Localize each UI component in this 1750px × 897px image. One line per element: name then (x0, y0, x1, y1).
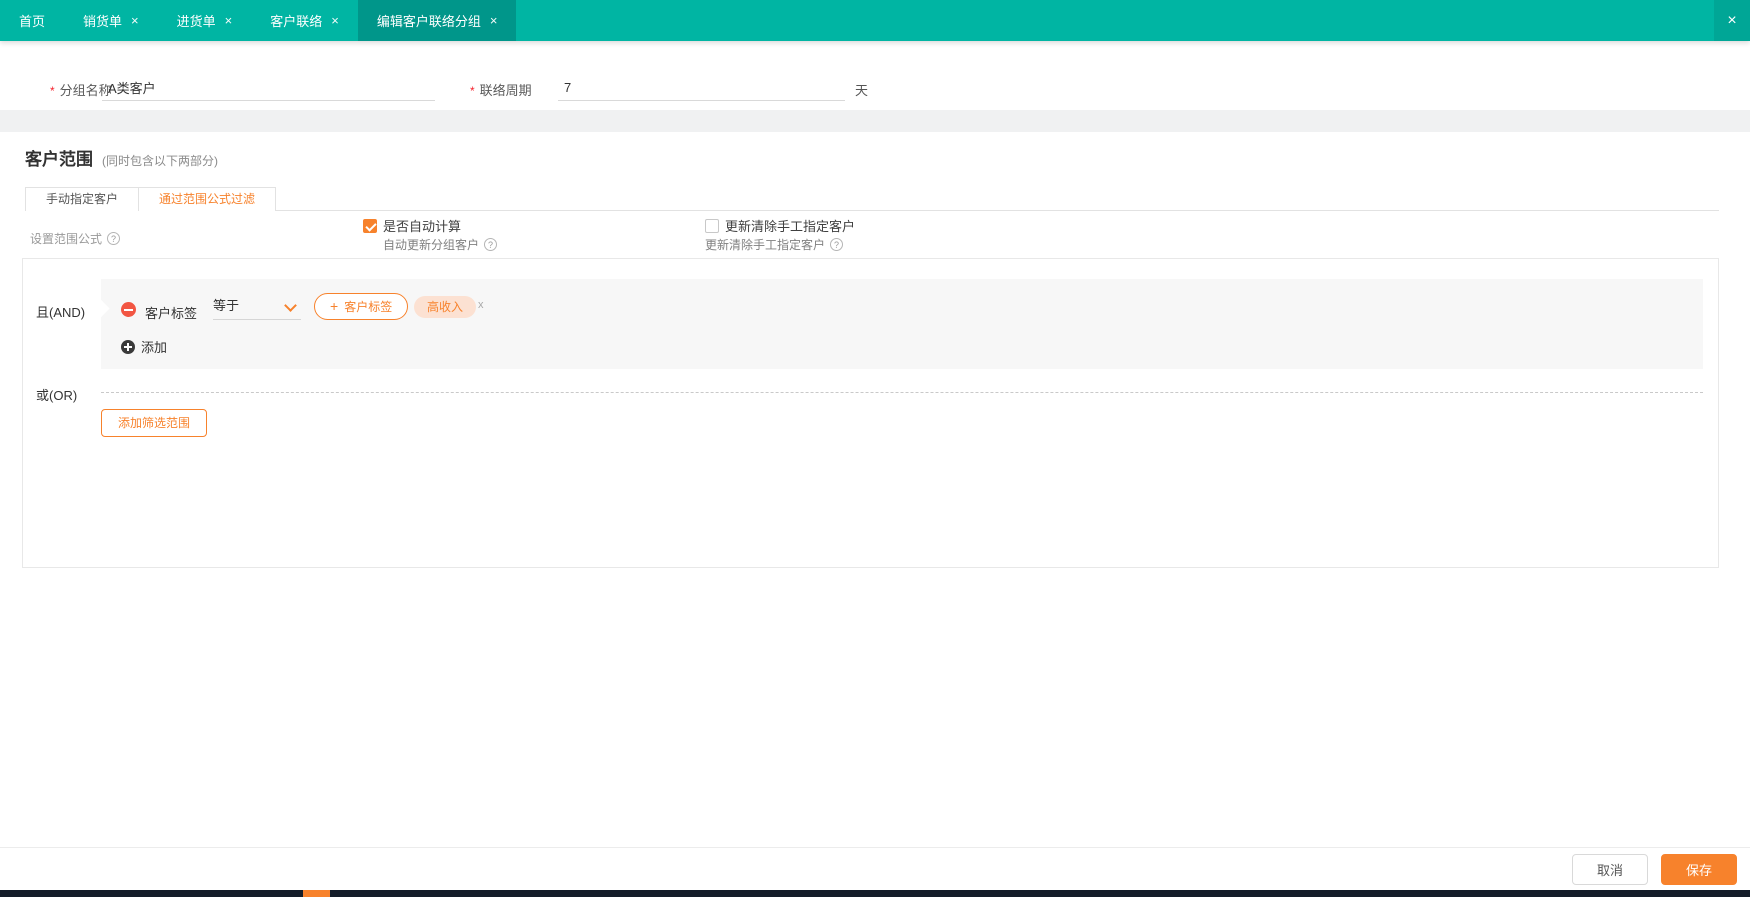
cancel-button[interactable]: 取消 (1571, 853, 1648, 885)
condition-field-label: 客户标签 (145, 306, 198, 321)
footer-action-bar: 取消 保存 (0, 847, 1750, 890)
close-tab-icon[interactable]: × (225, 14, 233, 27)
required-asterisk: * (470, 84, 475, 98)
group-name-input[interactable] (102, 74, 435, 101)
tab-label: 销货单 (83, 14, 123, 29)
browser-tab-bar: 首页 销货单 × 进货单 × 客户联络 × 编辑客户联络分组 × × (0, 0, 1750, 41)
tag-close-icon[interactable]: x (478, 300, 484, 311)
clear-manual-checkbox[interactable] (705, 219, 719, 233)
and-label: 且(AND) (36, 305, 86, 320)
tab-filter-by-formula[interactable]: 通过范围公式过滤 (138, 187, 277, 212)
close-icon: × (1727, 11, 1737, 29)
close-tab-icon[interactable]: × (490, 14, 498, 27)
auto-calc-helper: 自动更新分组客户 ? (383, 236, 498, 253)
operator-select[interactable]: 等于 (213, 292, 301, 320)
plus-circle-icon (121, 339, 135, 354)
remove-condition-icon[interactable] (121, 302, 136, 317)
chevron-down-icon (284, 299, 297, 312)
required-asterisk: * (50, 84, 55, 98)
selected-tag-chip: 高收入 (414, 296, 477, 318)
clear-manual-label: 更新清除手工指定客户 (725, 219, 856, 234)
or-dashed-divider (101, 392, 1703, 393)
tab-label: 客户联络 (270, 14, 323, 29)
save-button[interactable]: 保存 (1660, 853, 1737, 885)
help-icon[interactable]: ? (107, 232, 121, 245)
close-tab-icon[interactable]: × (331, 14, 339, 27)
auto-calc-checkbox[interactable] (363, 219, 377, 233)
nav-tab-edit-contact-group[interactable]: 编辑客户联络分组 × (357, 0, 517, 41)
taskbar-accent (303, 890, 330, 897)
add-condition-link[interactable]: 添加 (121, 337, 167, 356)
close-tab-icon[interactable]: × (131, 14, 139, 27)
nav-tab-purchase-order[interactable]: 进货单 × (158, 0, 252, 41)
nav-tab-customer-contact[interactable]: 客户联络 × (251, 0, 358, 41)
clear-manual-helper: 更新清除手工指定客户 ? (705, 236, 844, 253)
or-label: 或(OR) (36, 388, 78, 403)
contact-cycle-input[interactable] (558, 74, 845, 101)
nav-tab-sales-order[interactable]: 销货单 × (64, 0, 158, 41)
cycle-unit-label: 天 (855, 83, 869, 98)
tab-label: 首页 (19, 14, 46, 29)
tab-label: 编辑客户联络分组 (376, 14, 481, 29)
tab-label: 进货单 (176, 14, 216, 29)
add-customer-tag-button[interactable]: + 客户标签 (314, 293, 409, 320)
auto-calc-label: 是否自动计算 (383, 219, 462, 234)
close-page-button[interactable]: × (1714, 0, 1750, 41)
contact-cycle-label: * 联络周期 (470, 83, 532, 98)
help-icon[interactable]: ? (484, 238, 498, 251)
section-divider (0, 110, 1750, 132)
customer-scope-heading: 客户范围 (同时包含以下两部分) (25, 145, 218, 170)
tab-manual-assign-customers[interactable]: 手动指定客户 (25, 187, 140, 211)
edit-customer-contact-group-page: 首页 销货单 × 进货单 × 客户联络 × 编辑客户联络分组 × × * 分组名称… (0, 0, 1750, 897)
plus-icon: + (330, 298, 339, 314)
nav-tab-home[interactable]: 首页 (0, 0, 64, 41)
taskbar-strip (0, 890, 1750, 897)
section-subtitle: (同时包含以下两部分) (102, 154, 218, 168)
scope-formula-panel: 且(AND) 客户标签 等于 + 客户标签 高收入 x 添加 或(OR) 添加筛选… (22, 258, 1719, 568)
section-title: 客户范围 (25, 150, 93, 169)
scope-tab-bar: 手动指定客户 通过范围公式过滤 (25, 187, 1719, 212)
help-icon[interactable]: ? (830, 238, 844, 251)
add-filter-range-button[interactable]: 添加筛选范围 (101, 409, 208, 437)
set-scope-formula-label: 设置范围公式 ? (30, 230, 121, 247)
